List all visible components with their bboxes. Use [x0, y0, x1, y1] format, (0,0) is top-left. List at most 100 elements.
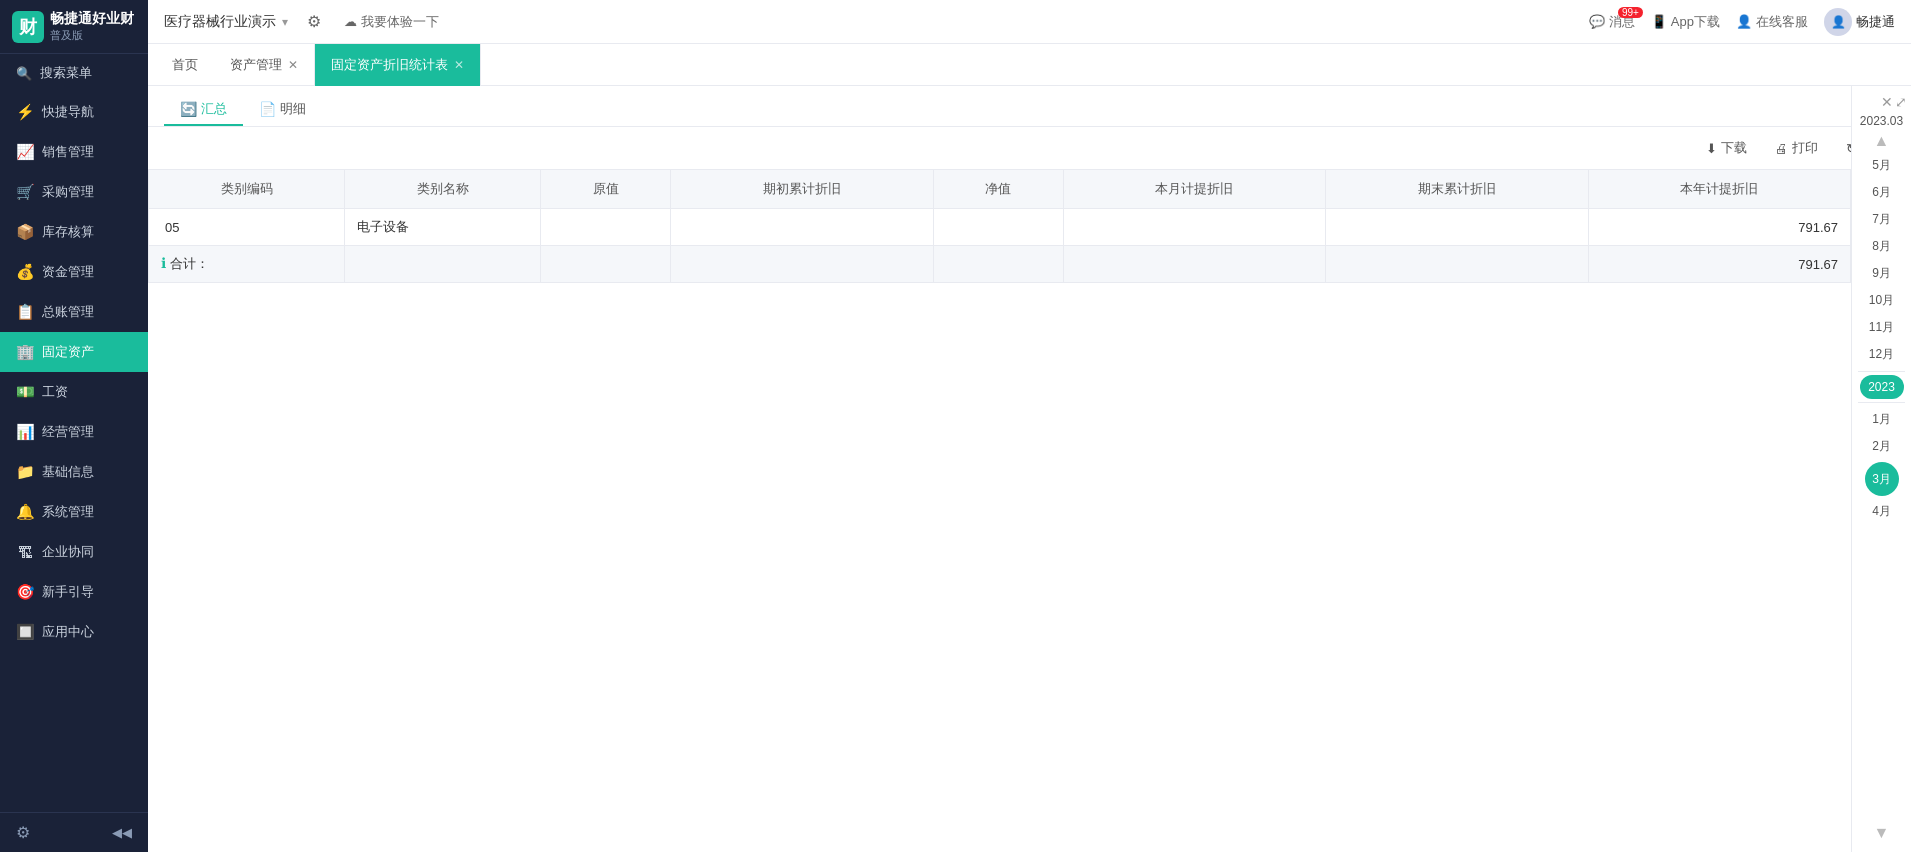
- system-icon: 🔔: [16, 503, 34, 521]
- month-2[interactable]: 2月: [1860, 433, 1904, 460]
- month-4[interactable]: 4月: [1860, 498, 1904, 525]
- month-9[interactable]: 9月: [1860, 260, 1904, 287]
- month-1[interactable]: 1月: [1860, 406, 1904, 433]
- footer-settings-icon[interactable]: ⚙: [16, 823, 30, 842]
- scroll-down-icon[interactable]: ▼: [1872, 822, 1892, 844]
- panel-expand-icon[interactable]: ⤢: [1895, 94, 1907, 110]
- sidebar-label: 应用中心: [42, 623, 94, 641]
- topbar-settings-button[interactable]: ⚙: [300, 8, 328, 36]
- quick-nav-icon: ⚡: [16, 103, 34, 121]
- panel-header: ✕ ⤢: [1852, 90, 1911, 112]
- content-inner: 🔄 汇总 📄 明细 ⬇ 下载 🖨 打印 ↻: [148, 86, 1911, 852]
- month-10[interactable]: 10月: [1860, 287, 1904, 314]
- sales-icon: 📈: [16, 143, 34, 161]
- month-7[interactable]: 7月: [1860, 206, 1904, 233]
- tab-depreciation-table[interactable]: 固定资产折旧统计表 ✕: [315, 44, 481, 86]
- cell-name: 电子设备: [345, 209, 541, 246]
- experience-button[interactable]: ☁ 我要体验一下: [344, 13, 439, 31]
- cloud-icon: ☁: [344, 14, 357, 29]
- depreciation-close-icon[interactable]: ✕: [454, 58, 464, 72]
- sidebar-item-operations[interactable]: 📊 经营管理: [0, 412, 148, 452]
- month-5[interactable]: 5月: [1860, 152, 1904, 179]
- sidebar-item-fixed-assets[interactable]: 🏢 固定资产: [0, 332, 148, 372]
- topbar-right: 💬 消息 99+ 📱 App下载 👤 在线客服 👤 畅捷通: [1589, 8, 1895, 36]
- sidebar-item-ledger[interactable]: 📋 总账管理: [0, 292, 148, 332]
- year-2023[interactable]: 2023: [1860, 375, 1904, 399]
- print-button[interactable]: 🖨 打印: [1767, 135, 1826, 161]
- sidebar-item-quick-nav[interactable]: ⚡ 快捷导航: [0, 92, 148, 132]
- scroll-up-icon[interactable]: ▲: [1872, 130, 1892, 152]
- cell-period-end: [1326, 209, 1588, 246]
- sidebar-label: 采购管理: [42, 183, 94, 201]
- sidebar-label: 新手引导: [42, 583, 94, 601]
- user-profile[interactable]: 👤 畅捷通: [1824, 8, 1895, 36]
- sidebar-item-enterprise[interactable]: 🏗 企业协同: [0, 532, 148, 572]
- messages-button[interactable]: 💬 消息 99+: [1589, 13, 1635, 31]
- total-period-end: [1326, 246, 1588, 283]
- print-icon: 🖨: [1775, 141, 1788, 156]
- subtab-summary[interactable]: 🔄 汇总: [164, 94, 243, 126]
- depreciation-table-label: 固定资产折旧统计表: [331, 56, 448, 74]
- month-11[interactable]: 11月: [1860, 314, 1904, 341]
- home-tab-label: 首页: [172, 56, 198, 74]
- sidebar-item-payroll[interactable]: 💵 工资: [0, 372, 148, 412]
- app-download-button[interactable]: 📱 App下载: [1651, 13, 1720, 31]
- download-icon: ⬇: [1706, 141, 1717, 156]
- purchase-icon: 🛒: [16, 183, 34, 201]
- col-net-value: 净值: [933, 170, 1063, 209]
- print-label: 打印: [1792, 139, 1818, 157]
- sidebar-search[interactable]: 🔍 搜索菜单: [0, 54, 148, 92]
- total-label: 合计：: [170, 256, 209, 271]
- sidebar-item-purchase[interactable]: 🛒 采购管理: [0, 172, 148, 212]
- tab-asset-mgmt[interactable]: 资产管理 ✕: [214, 44, 315, 86]
- cell-monthly: [1063, 209, 1325, 246]
- col-period-start: 期初累计折旧: [671, 170, 933, 209]
- detail-icon: 📄: [259, 101, 276, 117]
- sidebar-item-inventory[interactable]: 📦 库存核算: [0, 212, 148, 252]
- logo-text-block: 畅捷通好业财 普及版: [50, 10, 134, 43]
- username: 畅捷通: [1856, 13, 1895, 31]
- footer-collapse-icon[interactable]: ◀◀: [112, 825, 132, 840]
- tabbar: 首页 资产管理 ✕ 固定资产折旧统计表 ✕: [148, 44, 1911, 86]
- year-divider: [1858, 371, 1905, 372]
- tab-home[interactable]: 首页: [156, 44, 214, 86]
- cell-code: 05: [149, 209, 345, 246]
- total-row: ℹ 合计： 791.67: [149, 246, 1851, 283]
- sidebar-item-guide[interactable]: 🎯 新手引导: [0, 572, 148, 612]
- sidebar-label: 系统管理: [42, 503, 94, 521]
- online-support-label: 在线客服: [1756, 13, 1808, 31]
- ledger-icon: 📋: [16, 303, 34, 321]
- total-label-cell: ℹ 合计：: [149, 246, 345, 283]
- sidebar-item-sales[interactable]: 📈 销售管理: [0, 132, 148, 172]
- month-6[interactable]: 6月: [1860, 179, 1904, 206]
- cell-annual: 791.67: [1588, 209, 1850, 246]
- download-button[interactable]: ⬇ 下载: [1698, 135, 1755, 161]
- subtab-detail[interactable]: 📄 明细: [243, 94, 322, 126]
- asset-mgmt-close-icon[interactable]: ✕: [288, 58, 298, 72]
- sidebar-item-basic-info[interactable]: 📁 基础信息: [0, 452, 148, 492]
- company-selector[interactable]: 医疗器械行业演示 ▾: [164, 13, 288, 31]
- panel-close-icon[interactable]: ✕: [1881, 94, 1893, 110]
- year-label: 2023.03: [1860, 112, 1903, 130]
- support-icon: 👤: [1736, 14, 1752, 29]
- main-area: 医疗器械行业演示 ▾ ⚙ ☁ 我要体验一下 💬 消息 99+ 📱 App下载 👤…: [148, 0, 1911, 852]
- col-period-end: 期末累计折旧: [1326, 170, 1588, 209]
- month-3[interactable]: 3月: [1865, 462, 1899, 496]
- online-support-button[interactable]: 👤 在线客服: [1736, 13, 1808, 31]
- total-annual: 791.67: [1588, 246, 1850, 283]
- topbar: 医疗器械行业演示 ▾ ⚙ ☁ 我要体验一下 💬 消息 99+ 📱 App下载 👤…: [148, 0, 1911, 44]
- operations-icon: 📊: [16, 423, 34, 441]
- sidebar-label: 固定资产: [42, 343, 94, 361]
- sidebar-item-fund[interactable]: 💰 资金管理: [0, 252, 148, 292]
- sidebar-item-system[interactable]: 🔔 系统管理: [0, 492, 148, 532]
- month-8[interactable]: 8月: [1860, 233, 1904, 260]
- sidebar-item-app-center[interactable]: 🔲 应用中心: [0, 612, 148, 652]
- month-12[interactable]: 12月: [1860, 341, 1904, 368]
- fixed-assets-icon: 🏢: [16, 343, 34, 361]
- sidebar-logo: 财 畅捷通好业财 普及版: [0, 0, 148, 54]
- date-panel: ✕ ⤢ 2023.03 ▲ 5月 6月 7月 8月 9月 10月 11月 12月…: [1851, 86, 1911, 852]
- phone-icon: 📱: [1651, 14, 1667, 29]
- payroll-icon: 💵: [16, 383, 34, 401]
- sidebar-label: 快捷导航: [42, 103, 94, 121]
- total-net: [933, 246, 1063, 283]
